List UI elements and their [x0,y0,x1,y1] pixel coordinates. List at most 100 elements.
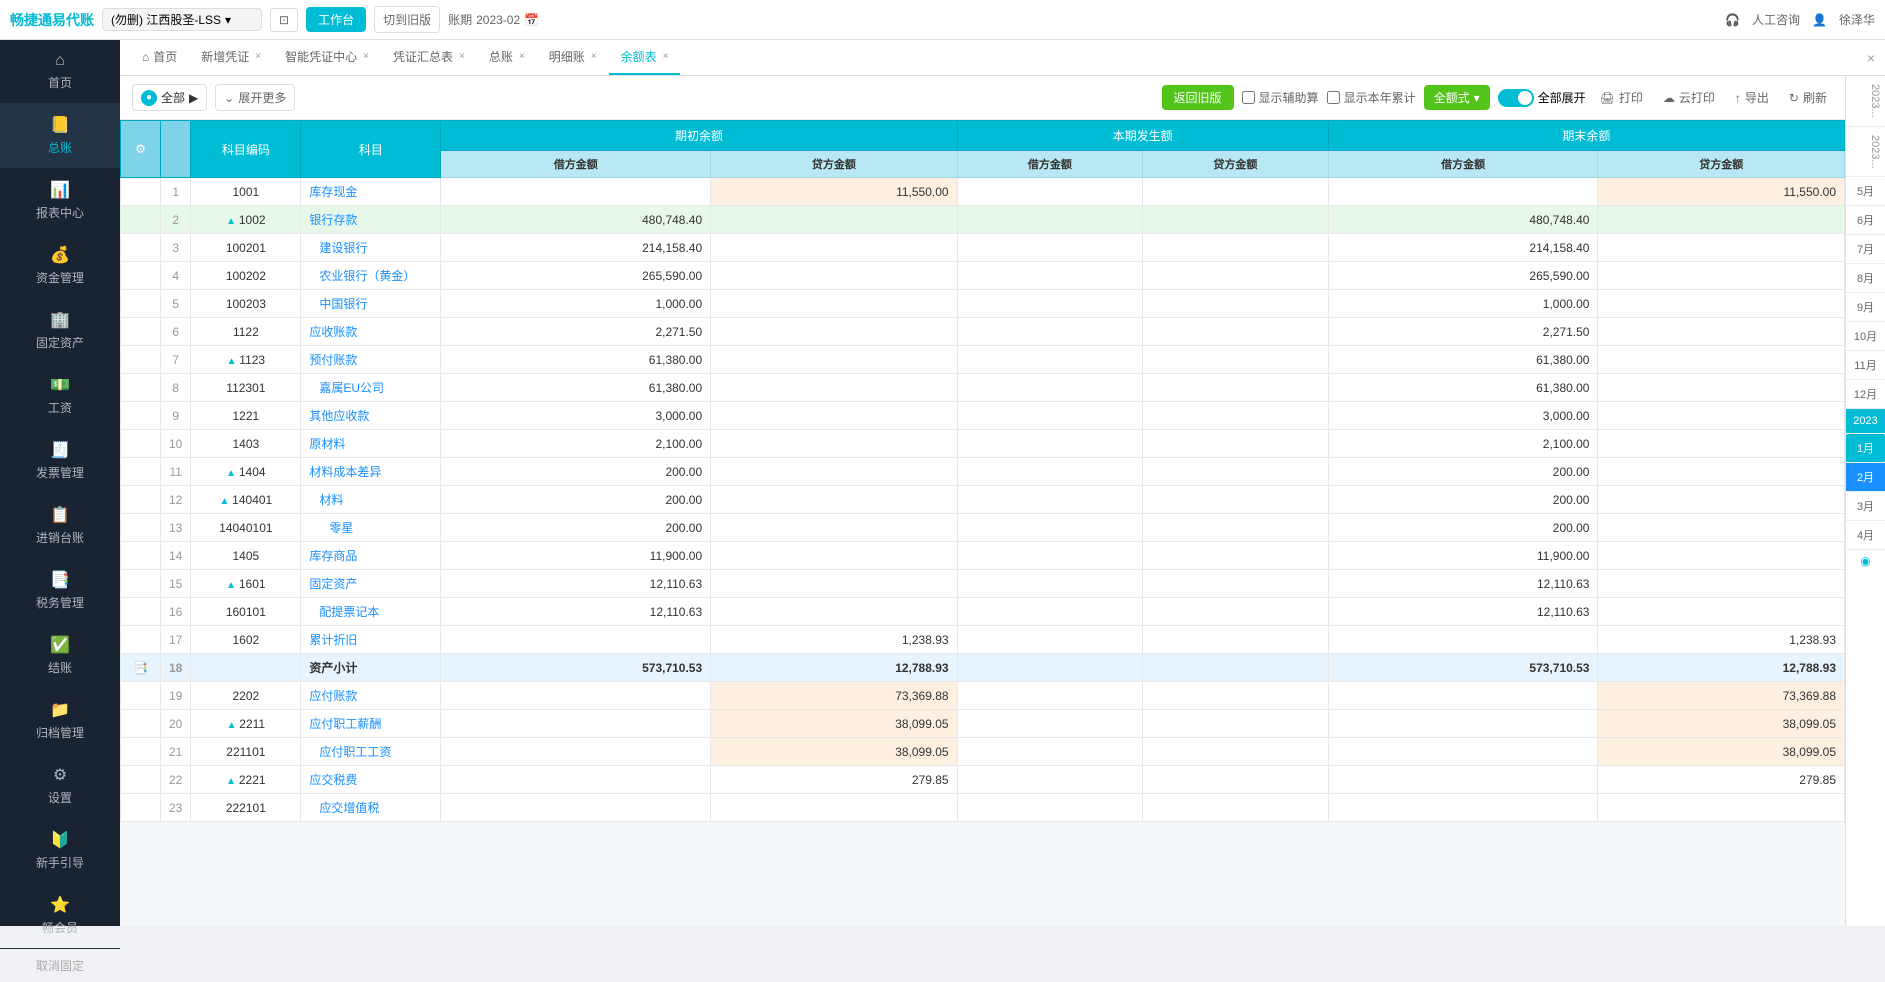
row-gear-icon[interactable] [121,486,161,514]
year-2023[interactable]: 2023 [1846,409,1885,434]
sidebar-item-tax[interactable]: 📑 税务管理 [0,558,120,623]
subject-link[interactable]: 预付账款 [309,353,357,367]
row-gear-icon[interactable] [121,738,161,766]
row-gear-icon[interactable] [121,402,161,430]
sidebar-item-report[interactable]: 📊 报表中心 [0,168,120,233]
help-label[interactable]: 人工咨询 [1752,11,1800,28]
tab-new-voucher-close[interactable]: × [255,51,261,62]
unpin-button[interactable]: 取消固定 [0,948,120,982]
month-8[interactable]: 8月 [1846,264,1885,293]
sidebar-item-guide[interactable]: 🔰 新手引导 [0,818,120,883]
month-2[interactable]: 2月 [1846,463,1885,492]
row-gear-icon[interactable] [121,542,161,570]
company-selector[interactable]: (勿删) 江西股圣-LSS ▾ [102,8,262,31]
user-name[interactable]: 徐泽华 [1839,11,1875,28]
period-calendar-icon[interactable]: 📅 [524,13,539,27]
subject-link[interactable]: 累计折旧 [309,633,357,647]
format-button[interactable]: 全额式 ▾ [1424,85,1490,110]
all-filter-button[interactable]: ● 全部 ▶ [132,84,207,111]
row-gear-icon[interactable] [121,626,161,654]
row-gear-icon[interactable] [121,682,161,710]
main-close-button[interactable]: × [1867,50,1875,66]
tab-voucher-summary[interactable]: 凭证汇总表 × [381,40,477,75]
month-10[interactable]: 10月 [1846,322,1885,351]
subject-link[interactable]: 应交增值税 [319,801,379,815]
row-gear-icon[interactable] [121,318,161,346]
subject-link[interactable]: 建设银行 [319,241,367,255]
sidebar-item-settle[interactable]: ✅ 结账 [0,623,120,688]
month-6[interactable]: 6月 [1846,206,1885,235]
month-7[interactable]: 7月 [1846,235,1885,264]
subject-link[interactable]: 应交税费 [309,773,357,787]
subject-link[interactable]: 银行存款 [309,213,357,227]
row-gear-icon[interactable]: 📑 [121,654,161,682]
tab-detail[interactable]: 明细账 × [537,40,609,75]
tab-home[interactable]: ⌂ 首页 [130,40,189,75]
row-gear-icon[interactable] [121,458,161,486]
sidebar-item-settings[interactable]: ⚙ 设置 [0,753,120,818]
switch-version-button[interactable]: 切到旧版 [374,6,440,33]
cloud-print-button[interactable]: ☁ 云打印 [1657,85,1721,110]
sidebar-item-capital[interactable]: 💰 资金管理 [0,233,120,298]
sidebar-item-trade[interactable]: 📋 进销台账 [0,493,120,558]
subject-link[interactable]: 材料成本差异 [309,465,381,479]
row-gear-icon[interactable] [121,598,161,626]
tab-balance[interactable]: 余额表 × [609,40,681,75]
workbench-button[interactable]: 工作台 [306,7,366,32]
subject-link[interactable]: 零星 [329,521,353,535]
subject-link[interactable]: 材料 [319,493,343,507]
export-button[interactable]: ↑ 导出 [1729,85,1775,110]
subject-link[interactable]: 应付职工工资 [319,745,391,759]
tab-balance-close[interactable]: × [663,51,669,62]
month-12[interactable]: 12月 [1846,380,1885,409]
subject-link[interactable]: 应付职工薪酬 [309,717,381,731]
tab-general-ledger[interactable]: 总账 × [477,40,537,75]
expand-all-switch[interactable] [1498,89,1534,107]
month-1[interactable]: 1月 [1846,434,1885,463]
tab-smart-center[interactable]: 智能凭证中心 × [273,40,381,75]
row-gear-icon[interactable] [121,710,161,738]
tab-detail-close[interactable]: × [591,51,597,62]
expand-button[interactable]: ⌄ 展开更多 [215,84,295,111]
sidebar-item-archive[interactable]: 📁 归档管理 [0,688,120,753]
subject-link[interactable]: 配提票记本 [319,605,379,619]
subject-link[interactable]: 应付账款 [309,689,357,703]
sidebar-item-invoice[interactable]: 🧾 发票管理 [0,428,120,493]
row-gear-icon[interactable] [121,374,161,402]
month-11[interactable]: 11月 [1846,351,1885,380]
month-3[interactable]: 3月 [1846,492,1885,521]
subject-link[interactable]: 中国银行 [319,297,367,311]
subject-link[interactable]: 农业银行（黄金） [319,269,415,283]
row-gear-icon[interactable] [121,262,161,290]
tab-smart-center-close[interactable]: × [363,51,369,62]
row-gear-icon[interactable] [121,290,161,318]
row-gear-icon[interactable] [121,794,161,822]
refresh-button[interactable]: ↻ 刷新 [1783,85,1833,110]
sidebar-item-ledger[interactable]: 📒 总账 [0,103,120,168]
subject-link[interactable]: 其他应收款 [309,409,369,423]
subject-link[interactable]: 库存现金 [309,185,357,199]
subject-link[interactable]: 库存商品 [309,549,357,563]
row-gear-icon[interactable] [121,430,161,458]
subject-link[interactable]: 固定资产 [309,577,357,591]
show-aux-checkbox[interactable] [1242,91,1255,104]
return-old-version-button[interactable]: 返回旧版 [1162,85,1234,110]
sidebar-item-fixed[interactable]: 🏢 固定资产 [0,298,120,363]
tab-voucher-summary-close[interactable]: × [459,51,465,62]
row-gear-icon[interactable] [121,514,161,542]
subject-link[interactable]: 嘉属EU公司 [319,381,384,395]
show-year-checkbox[interactable] [1327,91,1340,104]
row-gear-icon[interactable] [121,234,161,262]
right-panel-toggle[interactable]: ◉ [1846,550,1885,572]
month-9[interactable]: 9月 [1846,293,1885,322]
subject-link[interactable]: 原材料 [309,437,345,451]
row-gear-icon[interactable] [121,766,161,794]
sidebar-item-salary[interactable]: 💵 工资 [0,363,120,428]
tab-new-voucher[interactable]: 新增凭证 × [189,40,273,75]
row-gear-icon[interactable] [121,178,161,206]
sidebar-item-home[interactable]: ⌂ 首页 [0,40,120,103]
copy-button[interactable]: ⊡ [270,8,298,32]
month-4[interactable]: 4月 [1846,521,1885,550]
print-button[interactable]: 🖨 打印 [1594,85,1649,110]
row-gear-icon[interactable] [121,206,161,234]
